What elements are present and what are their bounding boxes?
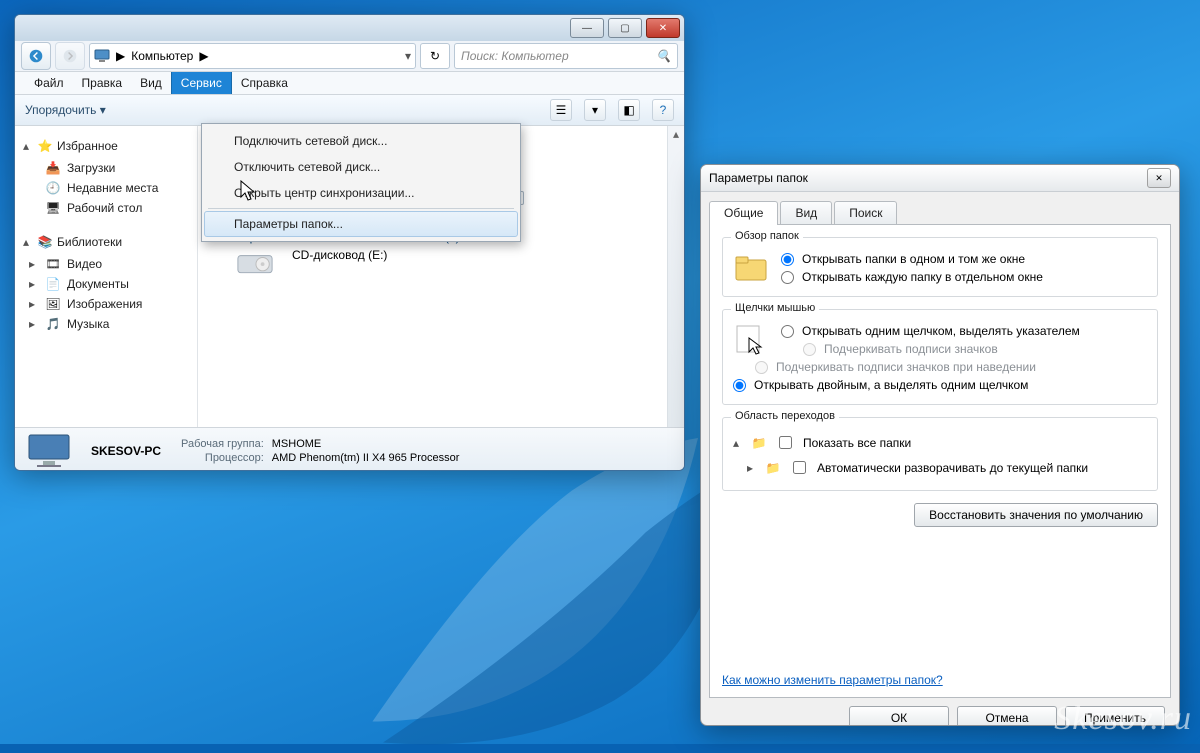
dialog-close-button[interactable]: ✕: [1147, 168, 1171, 188]
close-button[interactable]: ✕: [646, 18, 680, 38]
search-icon: 🔍: [656, 49, 671, 63]
nav-back-button[interactable]: [21, 42, 51, 70]
help-icon[interactable]: ?: [652, 99, 674, 121]
breadcrumb-sep2: ▶: [199, 49, 208, 63]
radio-underline-hover: Подчеркивать подписи значков при наведен…: [733, 358, 1147, 376]
sidebar-desktop[interactable]: 🖥Рабочий стол: [23, 198, 193, 218]
desktop-icon: 🖥: [45, 200, 61, 216]
scrollbar[interactable]: ▴: [667, 126, 684, 427]
view-dropdown-icon[interactable]: ▾: [584, 99, 606, 121]
breadcrumb-sep: ▶: [116, 49, 125, 63]
cursor-option-icon: [733, 322, 769, 358]
refresh-button[interactable]: ↻: [420, 43, 450, 69]
tab-general[interactable]: Общие: [709, 201, 778, 225]
cursor-icon: [240, 180, 256, 205]
radio-new-window[interactable]: Открывать каждую папку в отдельном окне: [781, 268, 1147, 286]
radio-single-click[interactable]: Открывать одним щелчком, выделять указат…: [781, 322, 1147, 340]
cd-icon: [236, 248, 274, 278]
menu-file[interactable]: Файл: [25, 72, 73, 94]
menu-folder-options[interactable]: Параметры папок...: [204, 211, 518, 237]
drive-cd-label: CD-дисковод (E:): [292, 248, 387, 262]
pictures-icon: 🖼: [45, 296, 61, 312]
menu-map-drive[interactable]: Подключить сетевой диск...: [204, 128, 518, 154]
tab-view[interactable]: Вид: [780, 201, 832, 225]
drive-cd[interactable]: CD-дисковод (E:): [236, 248, 670, 278]
folder-icon: [733, 250, 769, 286]
cpu-value: AMD Phenom(tm) II X4 965 Processor: [272, 452, 460, 464]
titlebar[interactable]: — ▢ ✕: [15, 15, 684, 41]
ok-button[interactable]: ОК: [849, 706, 949, 726]
doc-icon: 📄: [45, 276, 61, 292]
folder-options-dialog: Параметры папок ✕ Общие Вид Поиск Обзор …: [700, 164, 1180, 726]
video-icon: 🎞: [45, 256, 61, 272]
explorer-window: — ▢ ✕ ▶ Компьютер ▶ ▾ ↻ Поиск: Компьютер…: [14, 14, 685, 471]
group-browse: Обзор папок Открывать папки в одном и то…: [722, 237, 1158, 297]
radio-same-window[interactable]: Открывать папки в одном и том же окне: [781, 250, 1147, 268]
refresh-icon: ↻: [430, 49, 440, 63]
address-bar[interactable]: ▶ Компьютер ▶ ▾: [89, 43, 416, 69]
dialog-title: Параметры папок: [709, 171, 808, 185]
restore-defaults-button[interactable]: Восстановить значения по умолчанию: [914, 503, 1158, 527]
sidebar-music[interactable]: ▸🎵Музыка: [23, 314, 193, 334]
computer-icon: [94, 48, 110, 64]
cpu-label: Процессор:: [181, 452, 264, 464]
workgroup-value: MSHOME: [272, 438, 460, 450]
radio-double-click[interactable]: Открывать двойным, а выделять одним щелч…: [733, 376, 1147, 394]
download-icon: 📥: [45, 160, 61, 176]
minimize-button[interactable]: —: [570, 18, 604, 38]
organize-button[interactable]: Упорядочить ▾: [25, 103, 106, 117]
sidebar-pictures[interactable]: ▸🖼Изображения: [23, 294, 193, 314]
preview-pane-icon[interactable]: ◧: [618, 99, 640, 121]
menu-service[interactable]: Сервис: [171, 72, 232, 94]
workgroup-label: Рабочая группа:: [181, 438, 264, 450]
nav-sidebar: ▴⭐Избранное 📥Загрузки 🕘Недавние места 🖥Р…: [15, 126, 198, 427]
addr-dropdown-icon[interactable]: ▾: [405, 49, 411, 63]
star-icon: ⭐: [37, 138, 53, 154]
sidebar-video[interactable]: ▸🎞Видео: [23, 254, 193, 274]
music-icon: 🎵: [45, 316, 61, 332]
watermark: Skesov.ru: [1054, 700, 1192, 738]
group-browse-label: Обзор папок: [731, 230, 803, 242]
search-box[interactable]: Поиск: Компьютер 🔍: [454, 43, 678, 69]
folder-small-icon: 📁: [765, 460, 781, 476]
check-show-all[interactable]: ▴📁Показать все папки: [733, 430, 1147, 455]
recent-icon: 🕘: [45, 180, 61, 196]
group-navpane-label: Область переходов: [731, 410, 839, 422]
folder-small-icon: 📁: [751, 435, 767, 451]
group-click: Щелчки мышью Открывать одним щелчком, вы…: [722, 309, 1158, 405]
menu-help[interactable]: Справка: [232, 72, 297, 94]
help-link[interactable]: Как можно изменить параметры папок?: [722, 673, 943, 687]
sidebar-recent[interactable]: 🕘Недавние места: [23, 178, 193, 198]
menu-disconnect-drive[interactable]: Отключить сетевой диск...: [204, 154, 518, 180]
sidebar-downloads[interactable]: 📥Загрузки: [23, 158, 193, 178]
dialog-titlebar[interactable]: Параметры папок ✕: [701, 165, 1179, 192]
menu-view[interactable]: Вид: [131, 72, 171, 94]
view-mode-icon[interactable]: ☰: [550, 99, 572, 121]
search-placeholder: Поиск: Компьютер: [461, 49, 569, 63]
maximize-button[interactable]: ▢: [608, 18, 642, 38]
tab-search[interactable]: Поиск: [834, 201, 897, 225]
sidebar-favorites[interactable]: Избранное: [57, 139, 118, 153]
details-bar: SKESOV-PC Рабочая группа: MSHOME Процесс…: [15, 427, 684, 471]
radio-underline-always: Подчеркивать подписи значков: [781, 340, 1147, 358]
sidebar-documents[interactable]: ▸📄Документы: [23, 274, 193, 294]
libraries-icon: 📚: [37, 234, 53, 250]
cancel-button[interactable]: Отмена: [957, 706, 1057, 726]
nav-fwd-button[interactable]: [55, 42, 85, 70]
scroll-up-icon[interactable]: ▴: [668, 126, 684, 142]
group-navpane: Область переходов ▴📁Показать все папки ▸…: [722, 417, 1158, 491]
group-click-label: Щелчки мышью: [731, 302, 819, 314]
breadcrumb-current[interactable]: Компьютер: [131, 49, 193, 63]
check-auto-expand[interactable]: ▸📁Автоматически разворачивать до текущей…: [733, 455, 1147, 480]
computer-large-icon: [27, 433, 71, 469]
pcname: SKESOV-PC: [91, 444, 161, 458]
sidebar-libraries[interactable]: Библиотеки: [57, 235, 122, 249]
menu-edit[interactable]: Правка: [73, 72, 132, 94]
